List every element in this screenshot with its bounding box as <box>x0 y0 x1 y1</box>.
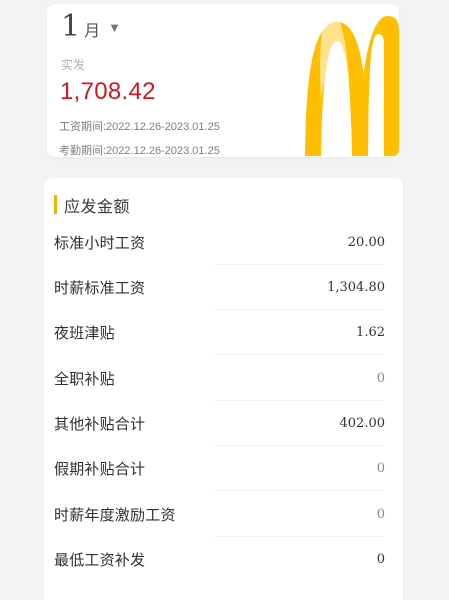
detail-row: 时薪年度激励工资 0 <box>54 500 385 528</box>
row-divider <box>214 354 384 355</box>
salary-summary-card: 1 月 ▼ 实发 1,708.42 工资期间:2022.12.26-2023.0… <box>47 4 399 157</box>
row-divider <box>214 536 384 537</box>
month-selector[interactable]: 1 月 ▼ <box>61 12 121 42</box>
pay-period: 工资期间:2022.12.26-2023.01.25 <box>59 121 220 133</box>
detail-value: 1.62 <box>356 324 385 340</box>
row-divider <box>214 264 384 265</box>
row-divider <box>214 445 384 446</box>
attendance-period: 考勤期间:2022.12.26-2023.01.25 <box>59 145 220 157</box>
detail-value: 1,304.80 <box>327 279 385 295</box>
detail-label: 时薪标准工资 <box>54 279 146 297</box>
detail-row: 标准小时工资 20.00 <box>54 228 385 256</box>
detail-value: 20.00 <box>347 234 385 250</box>
gross-pay-header: 应发金额 <box>54 194 131 216</box>
detail-row: 假期补贴合计 0 <box>54 454 385 482</box>
row-divider <box>214 490 384 491</box>
gross-pay-card: 应发金额 标准小时工资 20.00 时薪标准工资 1,304.80 夜班津贴 1… <box>44 178 403 600</box>
net-pay-amount: 1,708.42 <box>60 78 156 105</box>
month-unit: 月 <box>84 23 101 40</box>
detail-value: 0 <box>376 506 385 522</box>
detail-row: 最低工资补发 0 <box>54 545 385 573</box>
gross-pay-title: 应发金额 <box>64 198 131 216</box>
detail-label: 全职补贴 <box>54 370 115 388</box>
detail-value: 402.00 <box>339 415 386 431</box>
detail-label: 时薪年度激励工资 <box>54 506 176 524</box>
net-pay-label: 实发 <box>61 58 86 72</box>
chevron-down-icon[interactable]: ▼ <box>108 21 121 34</box>
detail-row: 夜班津贴 1.62 <box>54 318 385 346</box>
detail-row: 全职补贴 0 <box>54 364 385 392</box>
row-divider <box>214 400 384 401</box>
section-accent-bar <box>54 195 57 214</box>
golden-arches-logo <box>275 4 399 157</box>
detail-label: 标准小时工资 <box>54 234 146 252</box>
detail-label: 夜班津贴 <box>54 324 115 342</box>
detail-label: 其他补贴合计 <box>54 415 146 433</box>
detail-label: 假期补贴合计 <box>54 460 146 478</box>
detail-value: 0 <box>376 551 385 567</box>
month-number: 1 <box>61 9 81 44</box>
detail-value: 0 <box>376 460 385 476</box>
detail-row: 其他补贴合计 402.00 <box>54 409 385 437</box>
detail-value: 0 <box>376 370 385 386</box>
detail-label: 最低工资补发 <box>54 551 146 569</box>
row-divider <box>214 309 384 310</box>
detail-row: 时薪标准工资 1,304.80 <box>54 273 385 301</box>
salary-page: 1 月 ▼ 实发 1,708.42 工资期间:2022.12.26-2023.0… <box>0 0 449 600</box>
